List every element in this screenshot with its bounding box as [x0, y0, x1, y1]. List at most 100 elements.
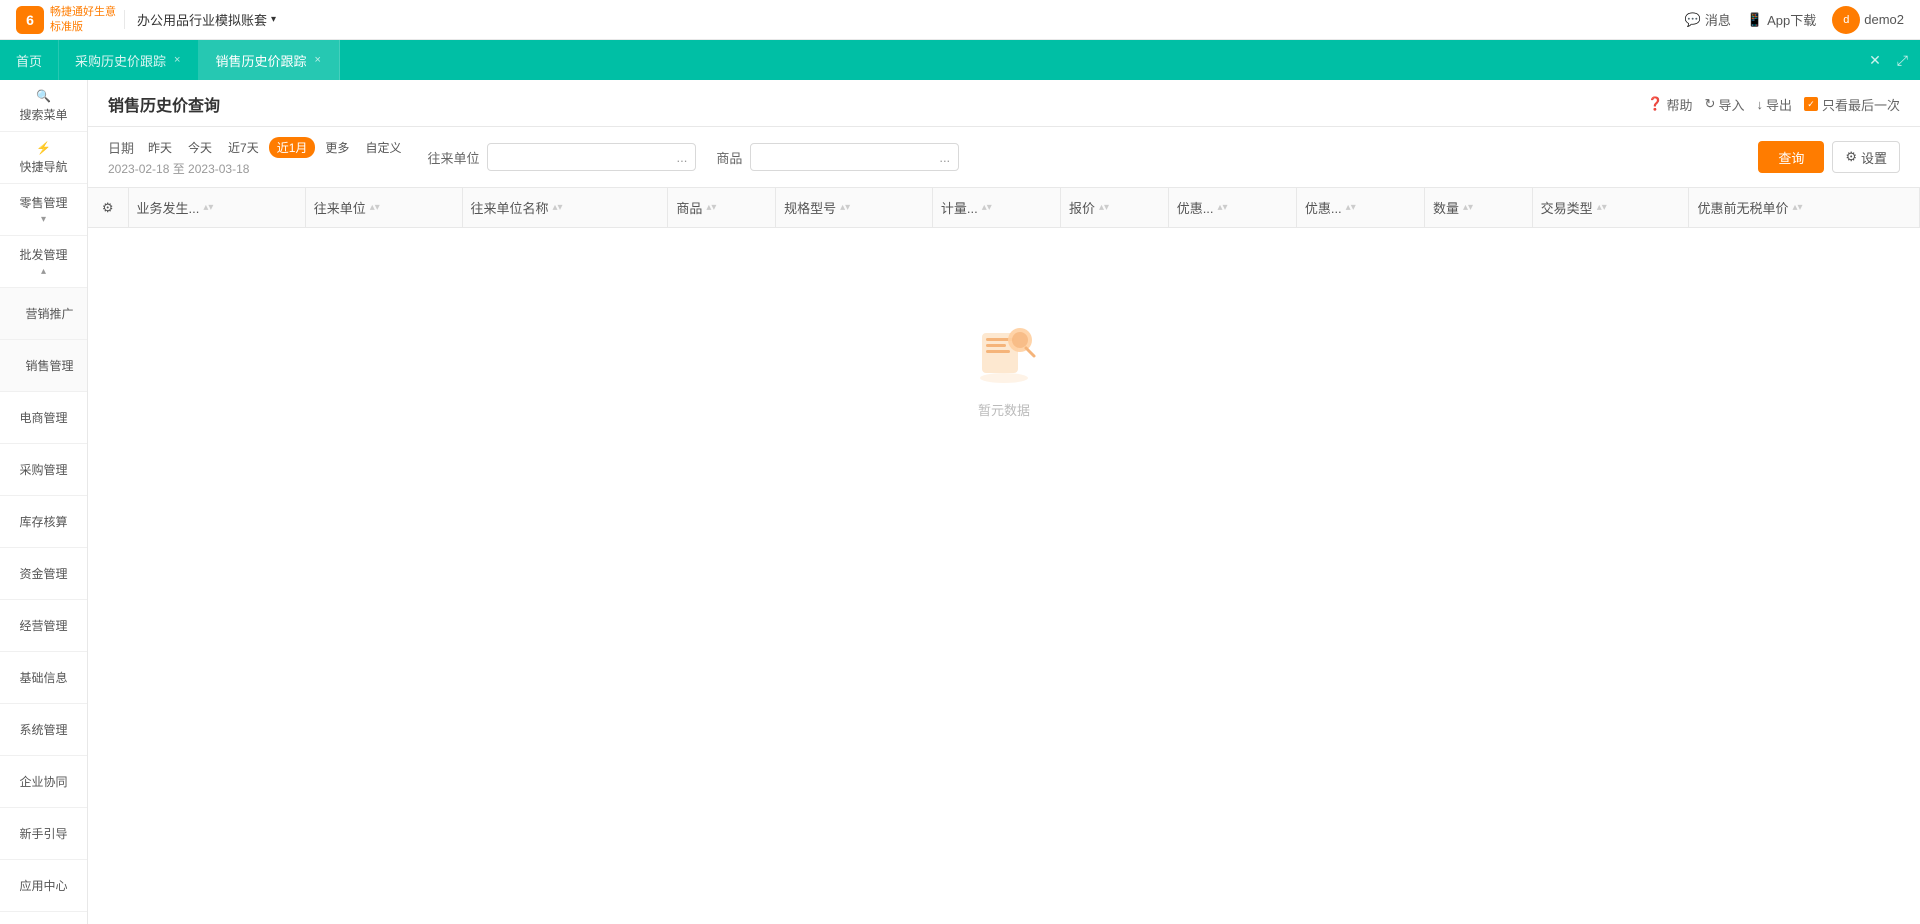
import-label: 导入: [1718, 95, 1744, 114]
sidebar-item-inventory[interactable]: 库存核算: [0, 496, 87, 548]
settings-button[interactable]: ⚙ 设置: [1832, 141, 1900, 173]
sidebar-item-sales-mgmt[interactable]: 销售管理: [0, 340, 87, 392]
export-button[interactable]: ↓ 导出: [1756, 95, 1792, 114]
sidebar-item-shortcut[interactable]: ⚡ 快捷导航: [0, 132, 87, 184]
header-actions: ❓ 帮助 ↻ 导入 ↓ 导出 ✓ 只看最后一次: [1647, 95, 1900, 114]
content-area: 销售历史价查询 ❓ 帮助 ↻ 导入 ↓ 导出 ✓: [88, 80, 1920, 924]
app-selector[interactable]: 办公用品行业模拟账套 ▾: [124, 10, 276, 29]
sort-icon: ▴▾: [203, 203, 213, 213]
page-title-row: 销售历史价查询 ❓ 帮助 ↻ 导入 ↓ 导出 ✓: [108, 92, 1900, 126]
logo-line1: 畅捷通好生意: [50, 5, 116, 19]
tab-home-label: 首页: [16, 51, 42, 70]
sidebar-item-search[interactable]: 🔍 搜索菜单: [0, 80, 87, 132]
sidebar-guide-label: 新手引导: [19, 825, 67, 842]
sidebar-enterprise-label: 企业协同: [19, 773, 67, 790]
th-gear[interactable]: ⚙: [88, 188, 128, 228]
settings-icon: ⚙: [1845, 149, 1857, 165]
sort-icon: ▴▾: [1218, 203, 1228, 213]
sort-icon: ▴▾: [1792, 203, 1802, 213]
date-option-last1m[interactable]: 近1月: [269, 137, 316, 158]
page-title: 销售历史价查询: [108, 92, 220, 116]
th-biz-date[interactable]: 业务发生... ▴▾: [128, 188, 305, 228]
date-label: 日期: [108, 138, 134, 157]
chevron-down-icon: ▾: [271, 14, 276, 25]
empty-illustration: [964, 308, 1044, 388]
goods-input[interactable]: [759, 150, 935, 165]
sort-icon: ▴▾: [982, 203, 992, 213]
empty-state: 暂元数据: [88, 228, 1920, 499]
sidebar-item-wechat[interactable]: 企业微信: [0, 912, 87, 924]
app-download-button[interactable]: 📱 App下载: [1747, 10, 1816, 29]
th-pre-discount-price[interactable]: 优惠前无税单价 ▴▾: [1689, 188, 1920, 228]
page-header: 销售历史价查询 ❓ 帮助 ↻ 导入 ↓ 导出 ✓: [88, 80, 1920, 127]
tab-purchase-history[interactable]: 采购历史价跟踪 ×: [59, 40, 199, 80]
tab-sales-history[interactable]: 销售历史价跟踪 ×: [199, 40, 339, 80]
sidebar-operations-label: 经营管理: [19, 617, 67, 634]
th-partner-name[interactable]: 往来单位名称 ▴▾: [462, 188, 668, 228]
th-goods[interactable]: 商品 ▴▾: [668, 188, 776, 228]
th-spec[interactable]: 规格型号 ▴▾: [776, 188, 933, 228]
close-all-button[interactable]: ✕: [1865, 48, 1885, 73]
th-quantity[interactable]: 数量 ▴▾: [1424, 188, 1532, 228]
partner-input[interactable]: [496, 150, 672, 165]
data-table: ⚙ 业务发生... ▴▾ 往来单位 ▴▾: [88, 188, 1920, 228]
sidebar-item-purchase[interactable]: 采购管理: [0, 444, 87, 496]
date-option-last7[interactable]: 近7天: [222, 137, 265, 158]
sidebar-ecommerce-label: 电商管理: [19, 409, 67, 426]
date-option-custom[interactable]: 自定义: [359, 137, 407, 158]
logo-text: 畅捷通好生意 标准版: [50, 5, 116, 34]
date-option-yesterday[interactable]: 昨天: [142, 137, 178, 158]
sort-icon: ▴▾: [1099, 203, 1109, 213]
sidebar-item-enterprise[interactable]: 企业协同: [0, 756, 87, 808]
logo-icon: 6: [16, 6, 44, 34]
date-option-today[interactable]: 今天: [182, 137, 218, 158]
sidebar-item-retail[interactable]: 零售管理 ▾: [0, 184, 87, 236]
help-label: 帮助: [1667, 95, 1693, 114]
sidebar-item-marketing[interactable]: 营销推广: [0, 288, 87, 340]
topbar-left: 6 畅捷通好生意 标准版 办公用品行业模拟账套 ▾: [16, 5, 276, 34]
tab-purchase-history-label: 采购历史价跟踪: [75, 51, 166, 70]
sidebar-basicinfo-label: 基础信息: [19, 669, 67, 686]
tab-purchase-history-close[interactable]: ×: [172, 52, 182, 68]
th-discount1[interactable]: 优惠... ▴▾: [1168, 188, 1296, 228]
sidebar-item-guide[interactable]: 新手引导: [0, 808, 87, 860]
help-icon: ❓: [1647, 96, 1663, 112]
goods-filter-group: 商品 ...: [716, 143, 959, 171]
sidebar-item-system[interactable]: 系统管理: [0, 704, 87, 756]
sidebar-item-wholesale[interactable]: 批发管理 ▴: [0, 236, 87, 288]
tab-home[interactable]: 首页: [0, 40, 59, 80]
date-options: 昨天 今天 近7天 近1月 更多 自定义: [142, 137, 407, 158]
sort-icon: ▴▾: [706, 203, 716, 213]
th-partner-code[interactable]: 往来单位 ▴▾: [305, 188, 462, 228]
message-button[interactable]: 💬 消息: [1685, 10, 1731, 29]
sidebar-item-operations[interactable]: 经营管理: [0, 600, 87, 652]
user-profile[interactable]: d demo2: [1832, 6, 1904, 34]
help-button[interactable]: ❓ 帮助: [1647, 95, 1692, 114]
date-range-display: 2023-02-18 至 2023-03-18: [108, 160, 407, 177]
message-label: 消息: [1705, 10, 1731, 29]
sort-icon: ▴▾: [1597, 203, 1607, 213]
th-discount2[interactable]: 优惠... ▴▾: [1296, 188, 1424, 228]
th-unit[interactable]: 计量... ▴▾: [932, 188, 1060, 228]
sidebar-item-finance[interactable]: 资金管理: [0, 548, 87, 600]
sidebar-inventory-label: 库存核算: [19, 513, 67, 530]
th-trade-type[interactable]: 交易类型 ▴▾: [1532, 188, 1689, 228]
partner-input-wrapper[interactable]: ...: [487, 143, 696, 171]
goods-input-wrapper[interactable]: ...: [750, 143, 959, 171]
date-option-more[interactable]: 更多: [319, 137, 355, 158]
tab-sales-history-close[interactable]: ×: [312, 52, 322, 68]
maximize-button[interactable]: ⤢: [1893, 48, 1912, 73]
shortcut-icon: ⚡: [36, 141, 51, 155]
sort-icon: ▴▾: [553, 203, 563, 213]
only-last-checkbox[interactable]: ✓ 只看最后一次: [1804, 95, 1900, 114]
app-download-label: App下载: [1767, 10, 1816, 29]
import-button[interactable]: ↻ 导入: [1705, 95, 1745, 114]
table-header-row: ⚙ 业务发生... ▴▾ 往来单位 ▴▾: [88, 188, 1920, 228]
query-button[interactable]: 查询: [1758, 141, 1824, 173]
search-icon: 🔍: [36, 89, 51, 103]
sidebar-item-app-center[interactable]: 应用中心: [0, 860, 87, 912]
th-quoted-price[interactable]: 报价 ▴▾: [1060, 188, 1168, 228]
sidebar-item-ecommerce[interactable]: 电商管理: [0, 392, 87, 444]
sidebar-item-basic-info[interactable]: 基础信息: [0, 652, 87, 704]
goods-dots: ...: [939, 150, 950, 165]
